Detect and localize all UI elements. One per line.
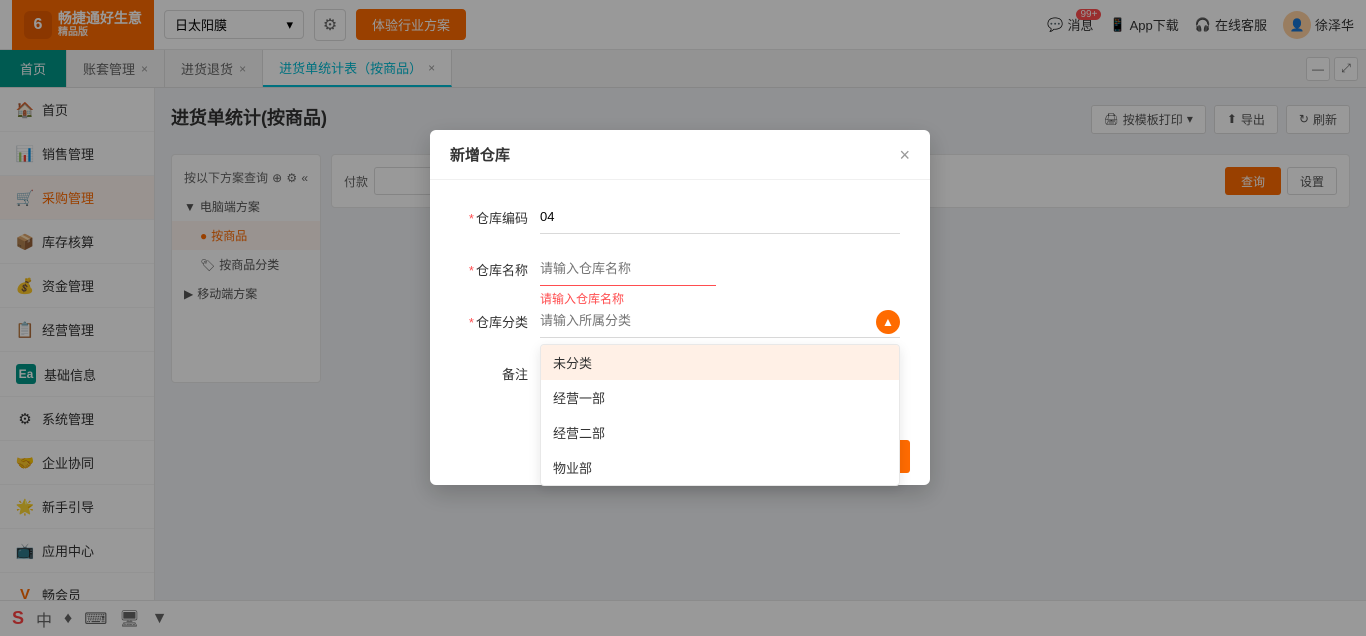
dropdown-toggle-button[interactable]: ▲ [876, 310, 900, 334]
code-label: 仓库编码 [460, 200, 540, 227]
modal-title: 新增仓库 [450, 144, 510, 165]
dropdown-option-property[interactable]: 物业部 [541, 450, 899, 485]
category-dropdown-list: 未分类 经营一部 经营二部 物业部 [540, 344, 900, 486]
category-label: 仓库分类 [460, 304, 540, 331]
modal-overlay[interactable]: 新增仓库 × 仓库编码 仓库名称 请输入仓库名称 仓库分类 [0, 0, 1366, 636]
category-input[interactable] [540, 304, 900, 338]
dropdown-option-dept2[interactable]: 经营二部 [541, 415, 899, 450]
modal-header: 新增仓库 × [430, 130, 930, 180]
name-input[interactable] [540, 252, 716, 286]
name-form-row: 仓库名称 请输入仓库名称 [460, 252, 900, 286]
code-form-row: 仓库编码 [460, 200, 900, 234]
category-dropdown-container: ▲ 未分类 经营一部 经营二部 物业部 [540, 304, 900, 338]
code-input[interactable] [540, 200, 900, 234]
modal-body: 仓库编码 仓库名称 请输入仓库名称 仓库分类 ▲ 未分类 [430, 180, 930, 428]
dropdown-option-dept1[interactable]: 经营一部 [541, 380, 899, 415]
modal-close-button[interactable]: × [899, 146, 910, 164]
category-form-row: 仓库分类 ▲ 未分类 经营一部 经营二部 物业部 [460, 304, 900, 338]
note-label: 备注 [460, 356, 540, 383]
dropdown-option-unclassified[interactable]: 未分类 [541, 345, 899, 380]
name-label: 仓库名称 [460, 252, 540, 279]
add-warehouse-modal: 新增仓库 × 仓库编码 仓库名称 请输入仓库名称 仓库分类 [430, 130, 930, 485]
